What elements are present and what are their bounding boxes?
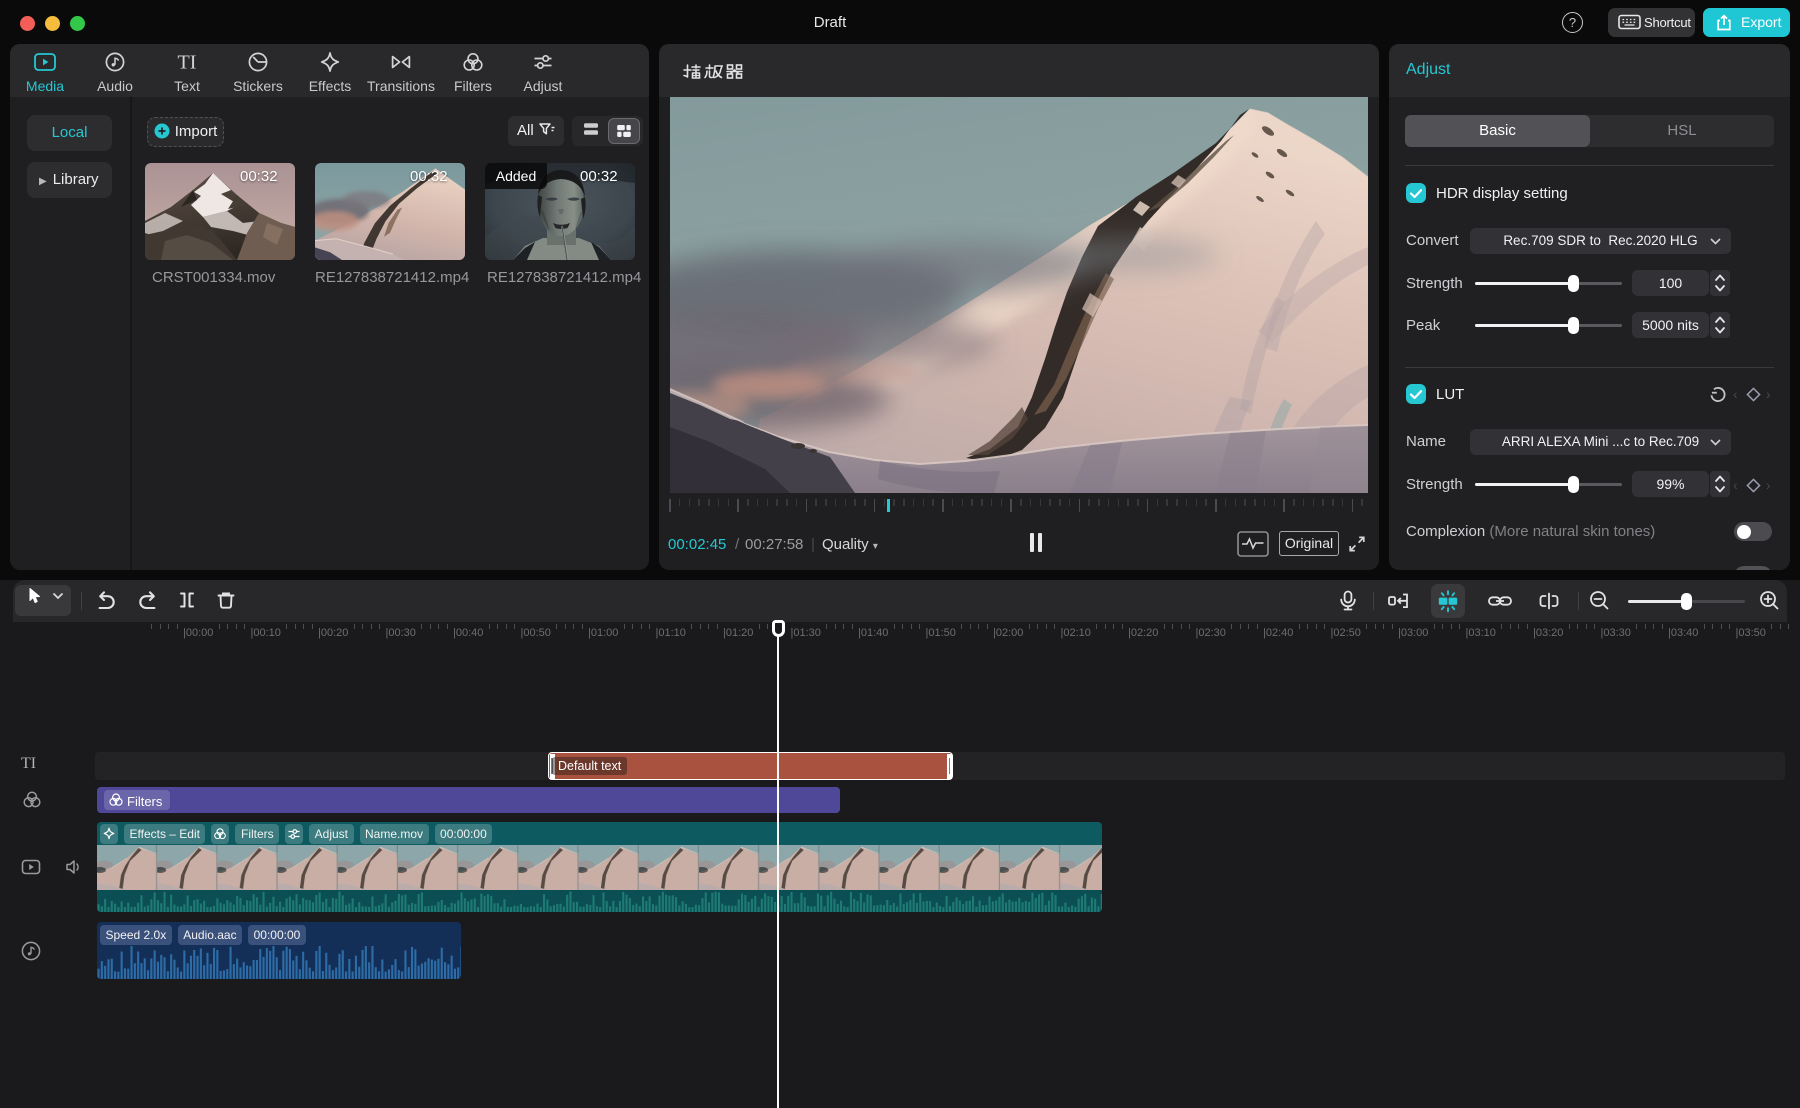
svg-text:TI: TI	[178, 52, 197, 72]
